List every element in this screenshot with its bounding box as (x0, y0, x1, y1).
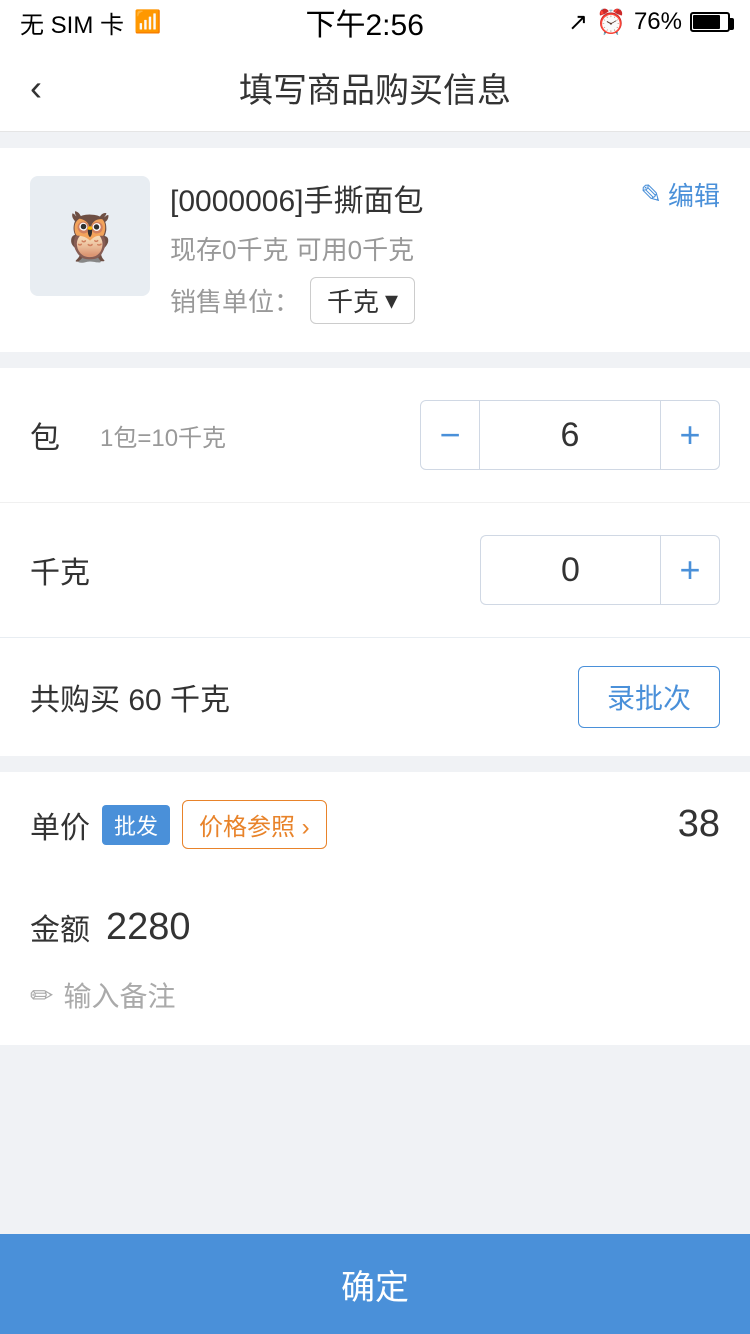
kg-plus-button[interactable]: + (660, 535, 720, 605)
price-left: 单价 批发 价格参照 › (30, 800, 327, 849)
product-unit: 销售单位： 千克 ▾ (170, 277, 720, 324)
edit-button[interactable]: ✎ 编辑 (640, 176, 720, 213)
product-image: 🦉 (30, 176, 150, 296)
product-name: [0000006]手撕面包 (170, 176, 423, 220)
edit-icon: ✎ (640, 179, 662, 210)
page-title: 填写商品购买信息 (239, 63, 511, 112)
note-icon: ✏ (30, 979, 53, 1012)
confirm-button[interactable]: 确定 (0, 1234, 750, 1334)
status-time: 下午2:56 (305, 0, 423, 44)
main-bg: 金额 2280 ✏ 输入备注 (0, 877, 750, 1277)
product-info: [0000006]手撕面包 ✎ 编辑 现存0千克 可用0千克 销售单位： 千克 … (170, 176, 720, 324)
price-row: 单价 批发 价格参照 › 38 (30, 800, 720, 849)
status-left: 无 SIM 卡 📶 (20, 5, 161, 40)
price-value: 38 (678, 803, 720, 846)
location-icon: ↗ (568, 8, 588, 37)
kg-controls: + (480, 535, 720, 605)
subtotal-suffix: 千克 (162, 684, 230, 717)
subtotal-prefix: 共购买 (30, 684, 128, 717)
alarm-icon: ⏰ (596, 8, 626, 37)
battery-text: 76% (634, 8, 682, 36)
batch-button[interactable]: 录批次 (578, 666, 720, 728)
bao-controls: − + (420, 400, 720, 470)
bao-plus-button[interactable]: + (660, 400, 720, 470)
subtotal-amount: 60 (128, 684, 161, 717)
note-placeholder[interactable]: 输入备注 (63, 975, 175, 1015)
wifi-icon: 📶 (134, 9, 161, 35)
bao-minus-button[interactable]: − (420, 400, 480, 470)
bao-label: 包 (30, 413, 90, 457)
price-ref-button[interactable]: 价格参照 › (182, 800, 327, 849)
carrier-text: 无 SIM 卡 (20, 5, 124, 40)
status-right: ↗ ⏰ 76% (568, 8, 730, 37)
subtotal-row: 共购买 60 千克 录批次 (0, 637, 750, 756)
product-card: 🦉 [0000006]手撕面包 ✎ 编辑 现存0千克 可用0千克 销售单位： 千… (0, 148, 750, 352)
price-label: 单价 (30, 803, 90, 847)
unit-label: 销售单位： (170, 282, 300, 319)
amount-label: 金额 (30, 905, 90, 949)
amount-container: 金额 2280 ✏ 输入备注 (0, 877, 750, 1045)
quantity-section: 包 1包=10千克 − + 千克 + (0, 368, 750, 637)
kg-input[interactable] (480, 535, 660, 605)
edit-label: 编辑 (668, 176, 720, 213)
bao-hint: 1包=10千克 (100, 418, 420, 453)
subtotal-text: 共购买 60 千克 (30, 675, 230, 719)
amount-value: 2280 (106, 906, 191, 949)
product-stock: 现存0千克 可用0千克 (170, 230, 720, 267)
price-section: 单价 批发 价格参照 › 38 (0, 772, 750, 877)
product-logo: 🦉 (60, 208, 120, 265)
back-button[interactable]: ‹ (30, 67, 42, 109)
battery-icon (690, 12, 730, 32)
nav-bar: ‹ 填写商品购买信息 (0, 44, 750, 132)
quantity-bao-row: 包 1包=10千克 − + (0, 368, 750, 503)
price-tag: 批发 (102, 805, 170, 845)
unit-dropdown-icon: ▾ (385, 285, 398, 316)
amount-row: 金额 2280 (30, 905, 720, 965)
unit-select[interactable]: 千克 ▾ (310, 277, 415, 324)
quantity-kg-row: 千克 + (0, 503, 750, 637)
status-bar: 无 SIM 卡 📶 下午2:56 ↗ ⏰ 76% (0, 0, 750, 44)
unit-value: 千克 (327, 282, 379, 319)
bao-input[interactable] (480, 400, 660, 470)
note-row: ✏ 输入备注 (30, 965, 720, 1035)
kg-label: 千克 (30, 548, 90, 592)
